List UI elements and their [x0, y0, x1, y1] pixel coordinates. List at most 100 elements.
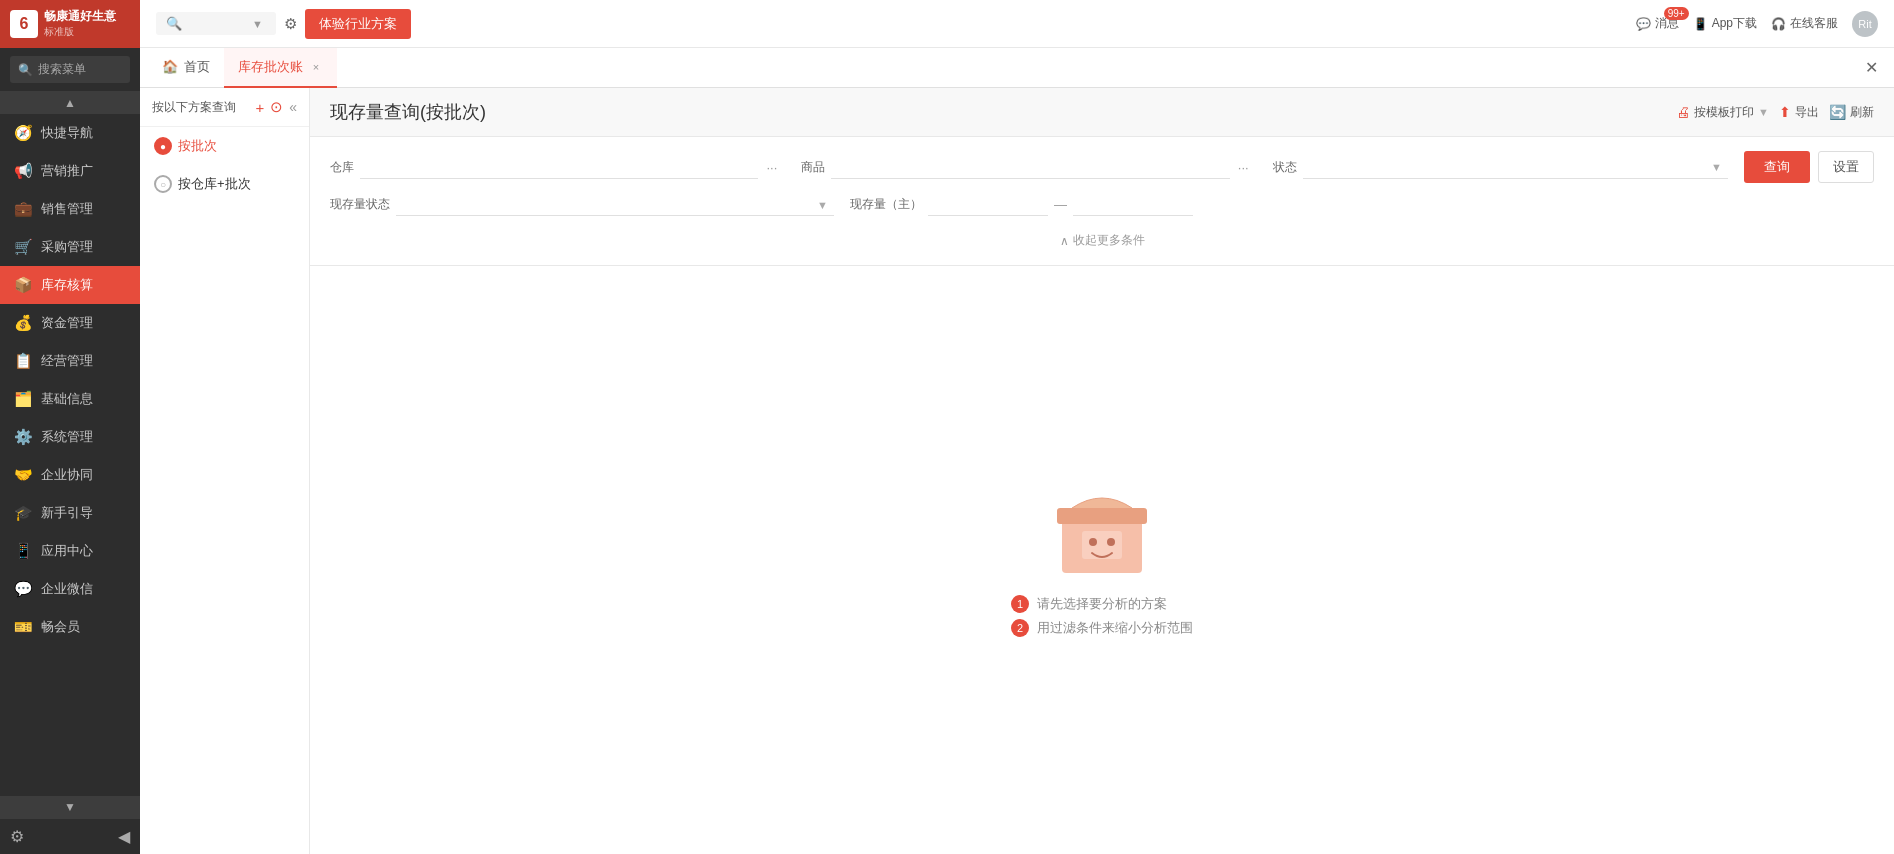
- svg-rect-1: [1057, 508, 1147, 524]
- filter-stock-qty: 现存量（主） —: [850, 193, 1354, 216]
- tab-active-label: 库存批次账: [238, 58, 303, 76]
- operations-icon: 📋: [14, 352, 33, 370]
- message-button[interactable]: 💬 消息 99+: [1636, 15, 1679, 32]
- sidebar-item-sales[interactable]: 💼 销售管理: [0, 190, 140, 228]
- scheme-active-icon: ●: [154, 137, 172, 155]
- scheme-item-label: 按仓库+批次: [178, 175, 251, 193]
- scheme-panel-header: 按以下方案查询 + ⊙ «: [140, 88, 309, 127]
- page-title: 现存量查询(按批次): [330, 100, 486, 124]
- print-button[interactable]: 🖨 按模板打印 ▼: [1676, 104, 1769, 121]
- stock-qty-max-input[interactable]: [1073, 193, 1193, 216]
- sidebar-item-system[interactable]: ⚙️ 系统管理: [0, 418, 140, 456]
- status-select-wrap: ▼: [1303, 156, 1728, 179]
- page-content: 按以下方案查询 + ⊙ « ● 按批次 ○ 按仓库+批次 现存量查询(按批次): [140, 88, 1894, 854]
- app-download-label: App下载: [1712, 15, 1757, 32]
- sidebar-item-label: 资金管理: [41, 314, 93, 332]
- sidebar-search-button[interactable]: 🔍 搜索菜单: [10, 56, 130, 83]
- scheme-settings-button[interactable]: ⊙: [270, 98, 283, 116]
- page-header-actions: 🖨 按模板打印 ▼ ⬆ 导出 🔄 刷新: [1676, 104, 1874, 121]
- topbar-right: 💬 消息 99+ 📱 App下载 🎧 在线客服 Rit: [1636, 11, 1878, 37]
- refresh-button[interactable]: 🔄 刷新: [1829, 104, 1874, 121]
- sidebar-item-finance[interactable]: 💰 资金管理: [0, 304, 140, 342]
- stock-status-select[interactable]: [396, 193, 834, 216]
- finance-icon: 💰: [14, 314, 33, 332]
- online-service-label: 在线客服: [1790, 15, 1838, 32]
- scheme-item-by-batch[interactable]: ● 按批次: [140, 127, 309, 165]
- topbar-search-input[interactable]: [187, 17, 247, 31]
- sidebar-item-basics[interactable]: 🗂️ 基础信息: [0, 380, 140, 418]
- status-select[interactable]: [1303, 156, 1728, 179]
- stock-qty-min-input[interactable]: [928, 193, 1048, 216]
- sidebar-item-inventory[interactable]: 📦 库存核算: [0, 266, 140, 304]
- tab-home[interactable]: 🏠 首页: [148, 48, 224, 88]
- sidebar-subtitle: 标准版: [44, 25, 116, 39]
- tabbar: 🏠 首页 库存批次账 × ✕: [140, 48, 1894, 88]
- tab-inventory-batch[interactable]: 库存批次账 ×: [224, 48, 337, 88]
- sidebar-item-label: 应用中心: [41, 542, 93, 560]
- export-button[interactable]: ⬆ 导出: [1779, 104, 1819, 121]
- scheme-item-by-warehouse-batch[interactable]: ○ 按仓库+批次: [140, 165, 309, 203]
- settings-button[interactable]: 设置: [1818, 151, 1874, 183]
- filter-warehouse: 仓库 ···: [330, 156, 785, 179]
- warehouse-more-button[interactable]: ···: [758, 160, 785, 175]
- warehouse-input[interactable]: [360, 156, 758, 179]
- product-more-button[interactable]: ···: [1230, 160, 1257, 175]
- empty-hints: 1 请先选择要分析的方案 2 用过滤条件来缩小分析范围: [1011, 595, 1193, 637]
- sidebar: 6 畅康通好生意 标准版 🔍 搜索菜单 ▲ 🧭 快捷导航 📢 营销推广 💼 销售…: [0, 0, 140, 854]
- member-icon: 🎫: [14, 618, 33, 636]
- headset-icon: 🎧: [1771, 17, 1786, 31]
- sidebar-item-app-center[interactable]: 📱 应用中心: [0, 532, 140, 570]
- empty-hint-1-text: 请先选择要分析的方案: [1037, 595, 1167, 613]
- settings-icon: ⚙: [10, 828, 24, 845]
- sidebar-item-purchase[interactable]: 🛒 采购管理: [0, 228, 140, 266]
- sales-icon: 💼: [14, 200, 33, 218]
- sidebar-item-operations[interactable]: 📋 经营管理: [0, 342, 140, 380]
- sidebar-item-member[interactable]: 🎫 畅会员: [0, 608, 140, 646]
- online-service-button[interactable]: 🎧 在线客服: [1771, 15, 1838, 32]
- scheme-inactive-icon: ○: [154, 175, 172, 193]
- sidebar-scroll-up[interactable]: ▲: [0, 92, 140, 114]
- sidebar-item-marketing[interactable]: 📢 营销推广: [0, 152, 140, 190]
- sidebar-title-wrap: 畅康通好生意 标准版: [44, 9, 116, 39]
- topbar-gear-icon[interactable]: ⚙: [284, 15, 297, 33]
- sidebar-search-label: 搜索菜单: [38, 61, 86, 78]
- stock-qty-label: 现存量（主）: [850, 196, 922, 213]
- scheme-add-button[interactable]: +: [255, 99, 264, 116]
- sidebar-item-quick-nav[interactable]: 🧭 快捷导航: [0, 114, 140, 152]
- filter-stock-status: 现存量状态 ▼: [330, 193, 834, 216]
- inventory-icon: 📦: [14, 276, 33, 294]
- print-dropdown-icon: ▼: [1758, 106, 1769, 118]
- sidebar-item-wechat[interactable]: 💬 企业微信: [0, 570, 140, 608]
- user-avatar-button[interactable]: Rit: [1852, 11, 1878, 37]
- collapse-row[interactable]: ∧ 收起更多条件: [330, 226, 1874, 255]
- product-input[interactable]: [831, 156, 1229, 179]
- newbie-icon: 🎓: [14, 504, 33, 522]
- sidebar-settings-button[interactable]: ⚙: [10, 827, 24, 846]
- sidebar-scroll-down[interactable]: ▼: [0, 796, 140, 818]
- content-area: 现存量查询(按批次) 🖨 按模板打印 ▼ ⬆ 导出 🔄 刷新: [310, 88, 1894, 854]
- warehouse-label: 仓库: [330, 159, 354, 176]
- collapse-label: 收起更多条件: [1073, 232, 1145, 249]
- tab-close-all-button[interactable]: ✕: [1857, 58, 1886, 77]
- topbar-search-box[interactable]: 🔍 ▼: [156, 12, 276, 35]
- scheme-item-label: 按批次: [178, 137, 217, 155]
- topbar-chevron-icon: ▼: [252, 18, 263, 30]
- app-download-button[interactable]: 📱 App下载: [1693, 15, 1757, 32]
- sidebar-logo: 6: [10, 10, 38, 38]
- home-icon: 🏠: [162, 59, 178, 74]
- tab-close-button[interactable]: ×: [309, 60, 323, 74]
- empty-hint-2: 2 用过滤条件来缩小分析范围: [1011, 619, 1193, 637]
- product-label: 商品: [801, 159, 825, 176]
- sidebar-collapse-button[interactable]: ◀: [118, 827, 130, 846]
- scheme-collapse-button[interactable]: «: [289, 99, 297, 115]
- sidebar-item-newbie[interactable]: 🎓 新手引导: [0, 494, 140, 532]
- empty-hint-1: 1 请先选择要分析的方案: [1011, 595, 1193, 613]
- quick-nav-icon: 🧭: [14, 124, 33, 142]
- sidebar-item-label: 系统管理: [41, 428, 93, 446]
- sidebar-item-enterprise[interactable]: 🤝 企业协同: [0, 456, 140, 494]
- hint-num-2: 2: [1011, 619, 1029, 637]
- query-button[interactable]: 查询: [1744, 151, 1810, 183]
- sidebar-item-label: 营销推广: [41, 162, 93, 180]
- trial-button[interactable]: 体验行业方案: [305, 9, 411, 39]
- stock-qty-dash: —: [1048, 197, 1073, 212]
